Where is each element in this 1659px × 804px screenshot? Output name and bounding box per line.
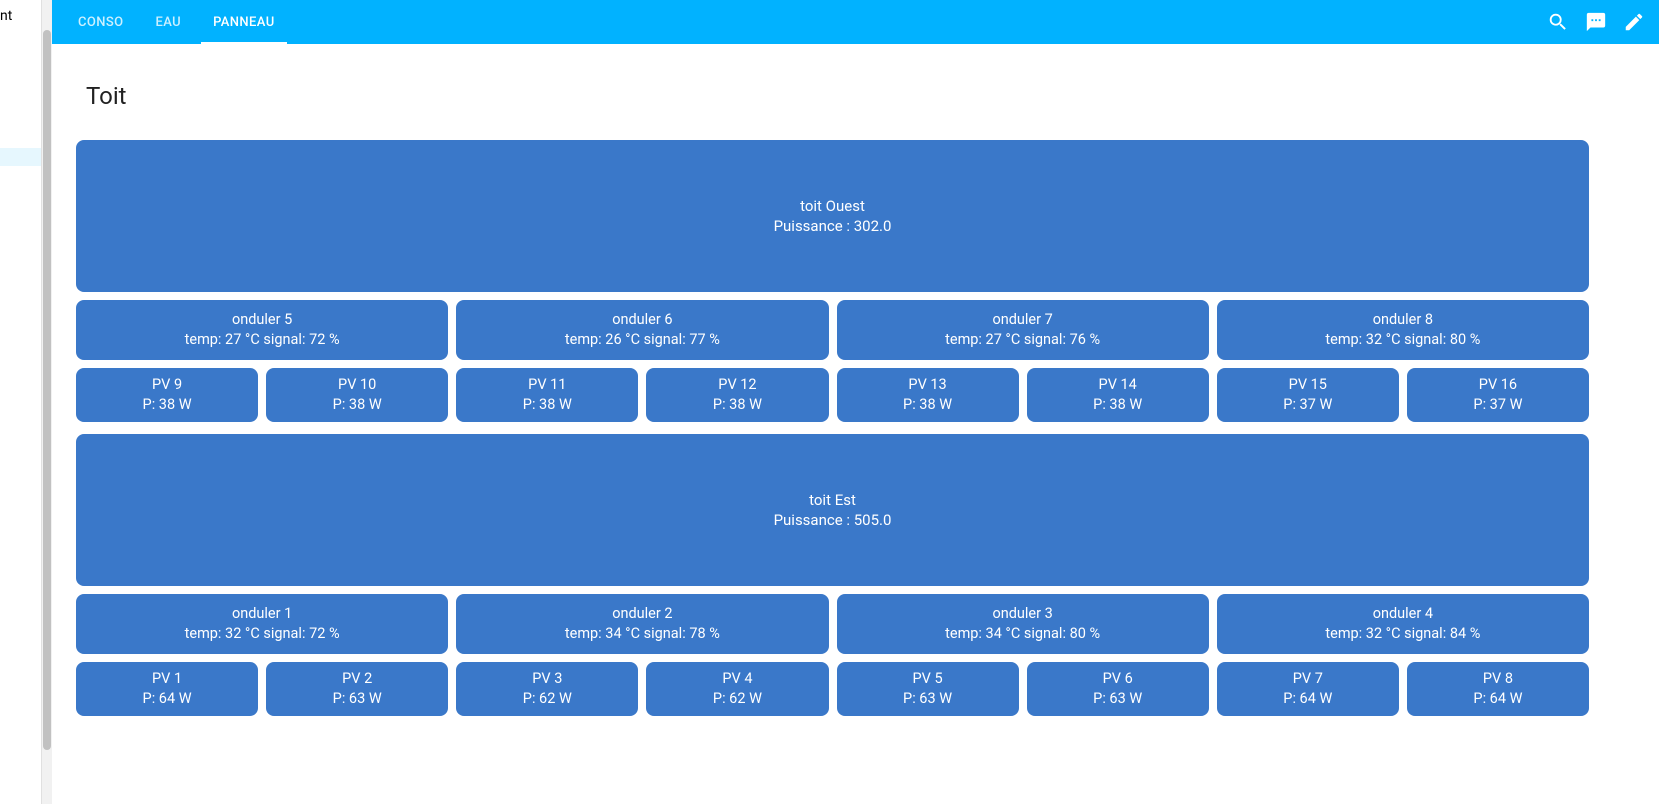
pv-name: PV 7 (1293, 669, 1323, 689)
inverter-name: onduler 6 (612, 310, 672, 330)
sidebar-fragment: nt (0, 0, 42, 804)
inverter-stats: temp: 34 °C signal: 78 % (565, 624, 720, 644)
pv-name: PV 6 (1103, 669, 1133, 689)
pv-power: P: 63 W (333, 689, 382, 709)
pv-name: PV 12 (718, 375, 756, 395)
pv-name: PV 14 (1099, 375, 1137, 395)
inverter-card[interactable]: onduler 3temp: 34 °C signal: 80 % (837, 594, 1209, 654)
pv-power: P: 62 W (713, 689, 762, 709)
tab-eau[interactable]: EAU (144, 0, 194, 44)
pv-power: P: 38 W (903, 395, 952, 415)
pv-power: P: 64 W (1473, 689, 1522, 709)
pv-name: PV 10 (338, 375, 376, 395)
pv-card[interactable]: PV 12P: 38 W (646, 368, 828, 422)
pv-power: P: 38 W (333, 395, 382, 415)
pv-power: P: 64 W (143, 689, 192, 709)
pv-name: PV 13 (908, 375, 946, 395)
pv-name: PV 4 (722, 669, 752, 689)
inverter-stats: temp: 32 °C signal: 80 % (1325, 330, 1480, 350)
app-header: CONSO EAU PANNEAU (52, 0, 1659, 44)
inverter-name: onduler 5 (232, 310, 292, 330)
pv-name: PV 9 (152, 375, 182, 395)
tabs: CONSO EAU PANNEAU (66, 0, 287, 44)
tab-conso[interactable]: CONSO (66, 0, 136, 44)
inverter-name: onduler 1 (232, 604, 292, 624)
inverter-stats: temp: 26 °C signal: 77 % (565, 330, 720, 350)
pv-card[interactable]: PV 8P: 64 W (1407, 662, 1589, 716)
inverter-card[interactable]: onduler 7temp: 27 °C signal: 76 % (837, 300, 1209, 360)
inverter-card[interactable]: onduler 8temp: 32 °C signal: 80 % (1217, 300, 1589, 360)
group-name: toit Ouest (800, 196, 865, 216)
inverter-card[interactable]: onduler 1temp: 32 °C signal: 72 % (76, 594, 448, 654)
comment-icon[interactable] (1585, 11, 1607, 33)
inverter-card[interactable]: onduler 2temp: 34 °C signal: 78 % (456, 594, 828, 654)
pv-card[interactable]: PV 14P: 38 W (1027, 368, 1209, 422)
inverter-stats: temp: 32 °C signal: 84 % (1325, 624, 1480, 644)
pv-name: PV 15 (1289, 375, 1327, 395)
pv-power: P: 38 W (143, 395, 192, 415)
inverter-name: onduler 3 (992, 604, 1052, 624)
pv-name: PV 1 (152, 669, 182, 689)
pv-card[interactable]: PV 2P: 63 W (266, 662, 448, 716)
pv-power: P: 37 W (1473, 395, 1522, 415)
pv-card[interactable]: PV 6P: 63 W (1027, 662, 1209, 716)
inverter-stats: temp: 27 °C signal: 72 % (185, 330, 340, 350)
pv-name: PV 16 (1479, 375, 1517, 395)
page-title: Toit (86, 82, 1589, 110)
inverter-stats: temp: 32 °C signal: 72 % (185, 624, 340, 644)
pv-card[interactable]: PV 9P: 38 W (76, 368, 258, 422)
scrollbar-thumb[interactable] (43, 30, 51, 750)
inverter-name: onduler 4 (1373, 604, 1433, 624)
inverter-card[interactable]: onduler 5temp: 27 °C signal: 72 % (76, 300, 448, 360)
pv-card[interactable]: PV 11P: 38 W (456, 368, 638, 422)
pv-card[interactable]: PV 4P: 62 W (646, 662, 828, 716)
inverter-name: onduler 8 (1373, 310, 1433, 330)
pv-card[interactable]: PV 5P: 63 W (837, 662, 1019, 716)
pv-card[interactable]: PV 1P: 64 W (76, 662, 258, 716)
pv-card[interactable]: PV 15P: 37 W (1217, 368, 1399, 422)
pv-card[interactable]: PV 13P: 38 W (837, 368, 1019, 422)
pv-card[interactable]: PV 16P: 37 W (1407, 368, 1589, 422)
inverter-stats: temp: 27 °C signal: 76 % (945, 330, 1100, 350)
inverter-name: onduler 2 (612, 604, 672, 624)
pv-card[interactable]: PV 7P: 64 W (1217, 662, 1399, 716)
pencil-icon[interactable] (1623, 11, 1645, 33)
tab-panneau[interactable]: PANNEAU (201, 0, 287, 44)
inverter-stats: temp: 34 °C signal: 80 % (945, 624, 1100, 644)
pv-name: PV 8 (1483, 669, 1513, 689)
pv-power: P: 38 W (523, 395, 572, 415)
inverter-card[interactable]: onduler 4temp: 32 °C signal: 84 % (1217, 594, 1589, 654)
sidebar-text-fragment: nt (0, 8, 12, 24)
pv-power: P: 38 W (713, 395, 762, 415)
pv-power: P: 63 W (903, 689, 952, 709)
pv-power: P: 37 W (1283, 395, 1332, 415)
sidebar-selection (0, 148, 41, 166)
inverter-card[interactable]: onduler 6temp: 26 °C signal: 77 % (456, 300, 828, 360)
pv-power: P: 64 W (1283, 689, 1332, 709)
pv-name: PV 3 (532, 669, 562, 689)
pv-power: P: 38 W (1093, 395, 1142, 415)
pv-power: P: 62 W (523, 689, 572, 709)
pv-name: PV 2 (342, 669, 372, 689)
pv-name: PV 5 (912, 669, 942, 689)
inverter-name: onduler 7 (992, 310, 1052, 330)
scrollbar[interactable] (42, 0, 52, 804)
group-card[interactable]: toit OuestPuissance : 302.0 (76, 140, 1589, 292)
group-power: Puissance : 505.0 (774, 510, 892, 530)
pv-card[interactable]: PV 10P: 38 W (266, 368, 448, 422)
pv-name: PV 11 (528, 375, 566, 395)
group-name: toit Est (809, 490, 856, 510)
group-card[interactable]: toit EstPuissance : 505.0 (76, 434, 1589, 586)
group-power: Puissance : 302.0 (774, 216, 892, 236)
pv-power: P: 63 W (1093, 689, 1142, 709)
search-icon[interactable] (1547, 11, 1569, 33)
pv-card[interactable]: PV 3P: 62 W (456, 662, 638, 716)
